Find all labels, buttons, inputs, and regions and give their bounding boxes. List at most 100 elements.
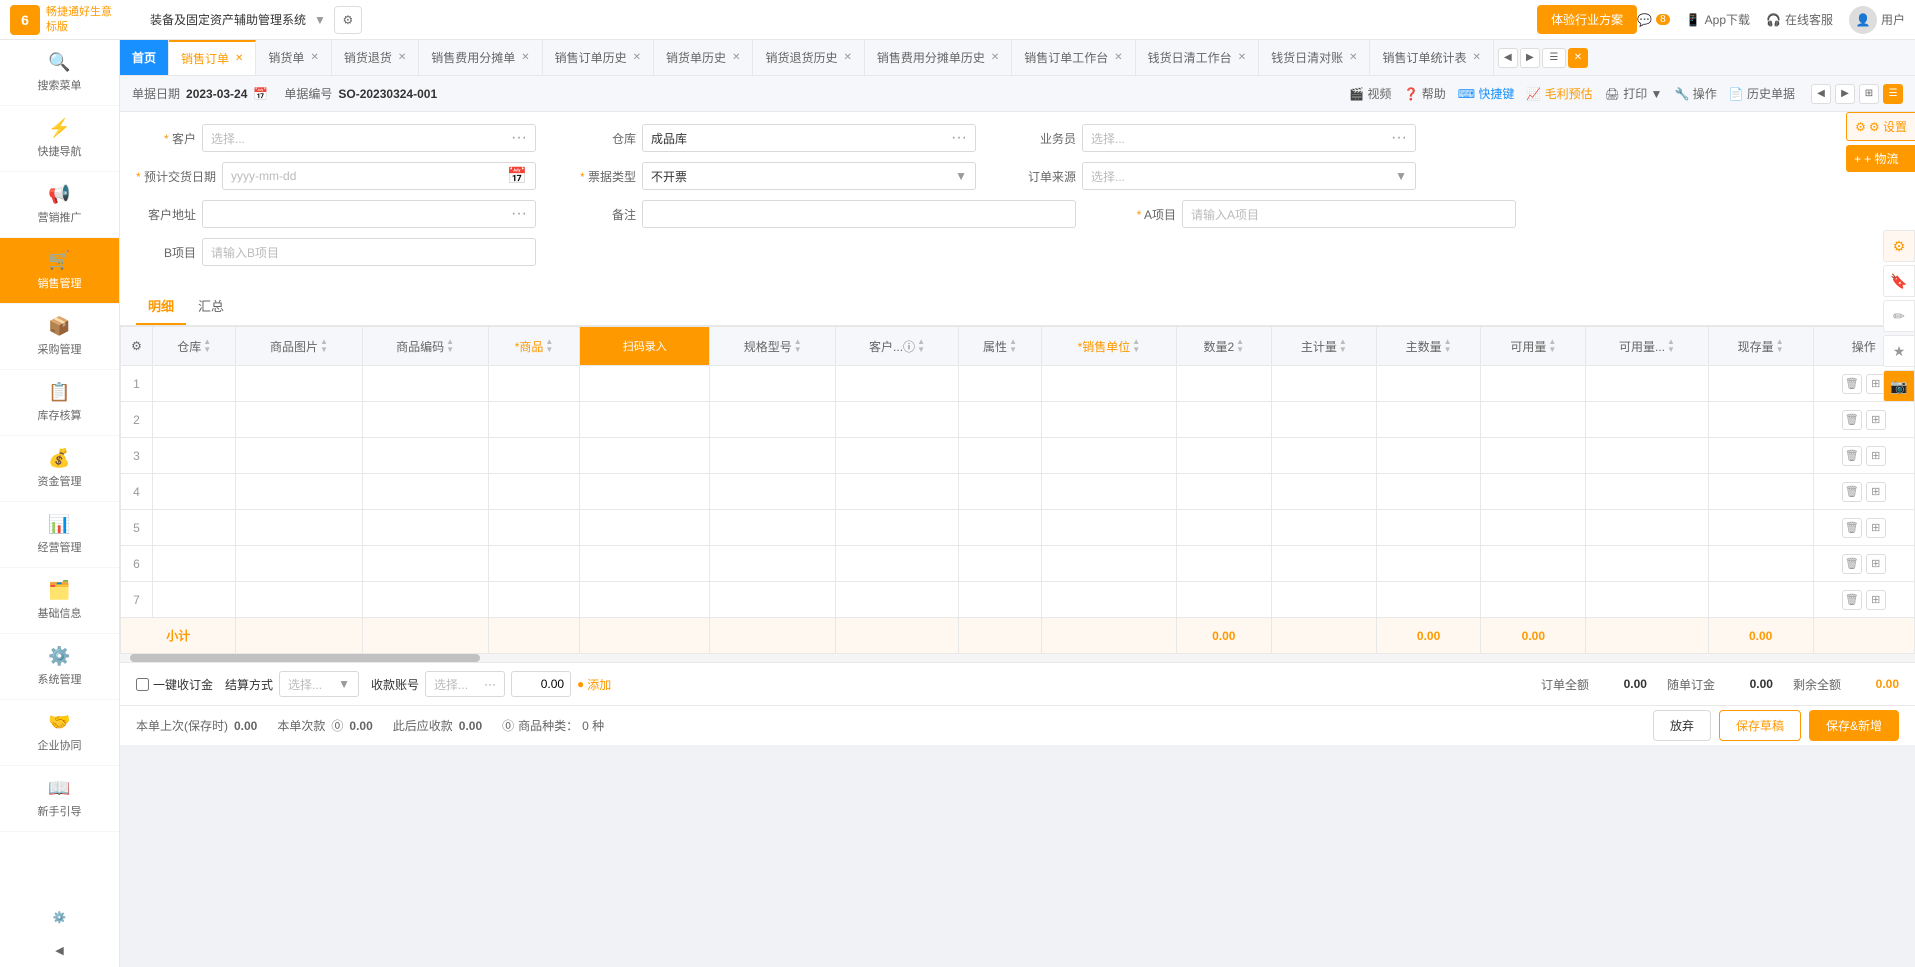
row5-customer-code[interactable] xyxy=(836,510,959,546)
row6-warehouse[interactable] xyxy=(153,546,236,582)
row5-sales-unit[interactable] xyxy=(1042,510,1176,546)
right-tool-settings[interactable]: ⚙ xyxy=(1883,230,1915,262)
row1-image[interactable] xyxy=(236,366,362,402)
tab-return-history[interactable]: 销货单历史 ✕ xyxy=(654,40,753,76)
amount-input[interactable] xyxy=(511,671,571,697)
stock-sort-icon[interactable]: ▲▼ xyxy=(1776,338,1784,354)
row1-stock[interactable] xyxy=(1708,366,1813,402)
row4-product[interactable] xyxy=(488,474,580,510)
tab-sales-refund-close[interactable]: ✕ xyxy=(398,52,406,63)
row6-copy-btn[interactable]: ⊞ xyxy=(1866,554,1886,574)
profit-btn[interactable]: 📈 毛利预估 xyxy=(1526,85,1592,102)
row1-available[interactable] xyxy=(1481,366,1586,402)
tab-home[interactable]: 首页 xyxy=(120,40,169,76)
row7-stock[interactable] xyxy=(1708,582,1813,618)
row7-code[interactable] xyxy=(362,582,488,618)
help-btn[interactable]: ❓ 帮助 xyxy=(1403,85,1445,102)
scan-btn[interactable]: 扫码录入 xyxy=(615,335,675,357)
available2-sort-icon[interactable]: ▲▼ xyxy=(1667,338,1675,354)
tab-summary[interactable]: 汇总 xyxy=(186,288,236,325)
view-btn[interactable]: 🎬 视频 xyxy=(1349,85,1391,102)
row7-warehouse[interactable] xyxy=(153,582,236,618)
payment-method-select[interactable]: 选择... ▼ xyxy=(279,671,359,697)
row1-code[interactable] xyxy=(362,366,488,402)
nav-next-btn[interactable]: ▶ xyxy=(1520,48,1540,68)
row7-product[interactable] xyxy=(488,582,580,618)
row5-delete-btn[interactable]: 🗑 xyxy=(1842,518,1862,538)
industry-btn[interactable]: 体验行业方案 xyxy=(1537,5,1637,34)
row4-customer-code[interactable] xyxy=(836,474,959,510)
sidebar-item-system[interactable]: ⚙️ 系统管理 xyxy=(0,634,119,700)
sidebar-item-capital[interactable]: 💰 资金管理 xyxy=(0,436,119,502)
row6-available[interactable] xyxy=(1481,546,1586,582)
nav-close-all-btn[interactable]: ✕ xyxy=(1568,48,1588,68)
row3-stock[interactable] xyxy=(1708,438,1813,474)
main-unit-sort-icon[interactable]: ▲▼ xyxy=(1339,338,1347,354)
row1-customer-code[interactable] xyxy=(836,366,959,402)
row2-qty2[interactable] xyxy=(1176,402,1271,438)
a-project-input[interactable]: 请输入A项目 xyxy=(1182,200,1516,228)
shortcut-btn[interactable]: ⌨ 快捷键 xyxy=(1458,85,1515,102)
row4-attribute[interactable] xyxy=(958,474,1041,510)
settings-icon-btn[interactable]: ⚙ xyxy=(334,6,362,34)
message-btn[interactable]: 💬 8 xyxy=(1637,13,1670,27)
tab-sales-order-close[interactable]: ✕ xyxy=(235,53,243,64)
form-list-btn[interactable]: ☰ xyxy=(1883,84,1903,104)
row4-delete-btn[interactable]: 🗑 xyxy=(1842,482,1862,502)
row1-warehouse[interactable] xyxy=(153,366,236,402)
date-icon[interactable]: 📅 xyxy=(253,87,268,101)
row4-sales-unit[interactable] xyxy=(1042,474,1176,510)
form-prev-btn[interactable]: ◀ xyxy=(1811,84,1831,104)
customer-ellipsis[interactable]: ··· xyxy=(511,129,527,147)
tab-sales-expense-close[interactable]: ✕ xyxy=(521,52,529,63)
row2-product[interactable] xyxy=(488,402,580,438)
print-btn[interactable]: 🖨 打印 ▼ xyxy=(1605,85,1663,102)
main-qty-sort-icon[interactable]: ▲▼ xyxy=(1444,338,1452,354)
tab-detail[interactable]: 明细 xyxy=(136,288,186,325)
row6-code[interactable] xyxy=(362,546,488,582)
row4-warehouse[interactable] xyxy=(153,474,236,510)
logistics-btn[interactable]: + + 物流 xyxy=(1846,145,1915,172)
row3-copy-btn[interactable]: ⊞ xyxy=(1866,446,1886,466)
right-tool-camera[interactable]: 📷 xyxy=(1883,370,1915,402)
row6-customer-code[interactable] xyxy=(836,546,959,582)
row5-main-qty[interactable] xyxy=(1376,510,1481,546)
row5-spec[interactable] xyxy=(710,510,836,546)
row4-main-unit[interactable] xyxy=(1271,474,1376,510)
row7-attribute[interactable] xyxy=(958,582,1041,618)
row7-image[interactable] xyxy=(236,582,362,618)
customer-input[interactable]: 选择... ··· xyxy=(202,124,536,152)
sidebar-item-nav[interactable]: ⚡ 快捷导航 xyxy=(0,106,119,172)
row6-image[interactable] xyxy=(236,546,362,582)
tab-return-history-close[interactable]: ✕ xyxy=(732,52,740,63)
row1-available2[interactable] xyxy=(1586,366,1709,402)
nav-prev-btn[interactable]: ◀ xyxy=(1498,48,1518,68)
row3-code[interactable] xyxy=(362,438,488,474)
row3-available[interactable] xyxy=(1481,438,1586,474)
row6-available2[interactable] xyxy=(1586,546,1709,582)
row3-main-qty[interactable] xyxy=(1376,438,1481,474)
tab-expense-history[interactable]: 销售费用分摊单历史 ✕ xyxy=(865,40,1012,76)
row4-image[interactable] xyxy=(236,474,362,510)
row3-warehouse[interactable] xyxy=(153,438,236,474)
row5-product[interactable] xyxy=(488,510,580,546)
available-sort-icon[interactable]: ▲▼ xyxy=(1548,338,1556,354)
product-code-sort-icon[interactable]: ▲▼ xyxy=(446,338,454,354)
row2-spec[interactable] xyxy=(710,402,836,438)
row2-customer-code[interactable] xyxy=(836,402,959,438)
row2-sales-unit[interactable] xyxy=(1042,402,1176,438)
customer-code-sort-icon[interactable]: ▲▼ xyxy=(917,338,925,354)
row2-code[interactable] xyxy=(362,402,488,438)
tab-receivable-check[interactable]: 钱货日清对账 ✕ xyxy=(1259,40,1370,76)
row5-main-unit[interactable] xyxy=(1271,510,1376,546)
row2-attribute[interactable] xyxy=(958,402,1041,438)
row7-qty2[interactable] xyxy=(1176,582,1271,618)
product-sort-icon[interactable]: ▲▼ xyxy=(545,338,553,354)
remark-input[interactable] xyxy=(642,200,1076,228)
tab-order-history-close[interactable]: ✕ xyxy=(633,52,641,63)
row2-delete-btn[interactable]: 🗑 xyxy=(1842,410,1862,430)
row2-available2[interactable] xyxy=(1586,402,1709,438)
sidebar-item-marketing[interactable]: 📢 营销推广 xyxy=(0,172,119,238)
sales-unit-sort-icon[interactable]: ▲▼ xyxy=(1132,338,1140,354)
row4-spec[interactable] xyxy=(710,474,836,510)
